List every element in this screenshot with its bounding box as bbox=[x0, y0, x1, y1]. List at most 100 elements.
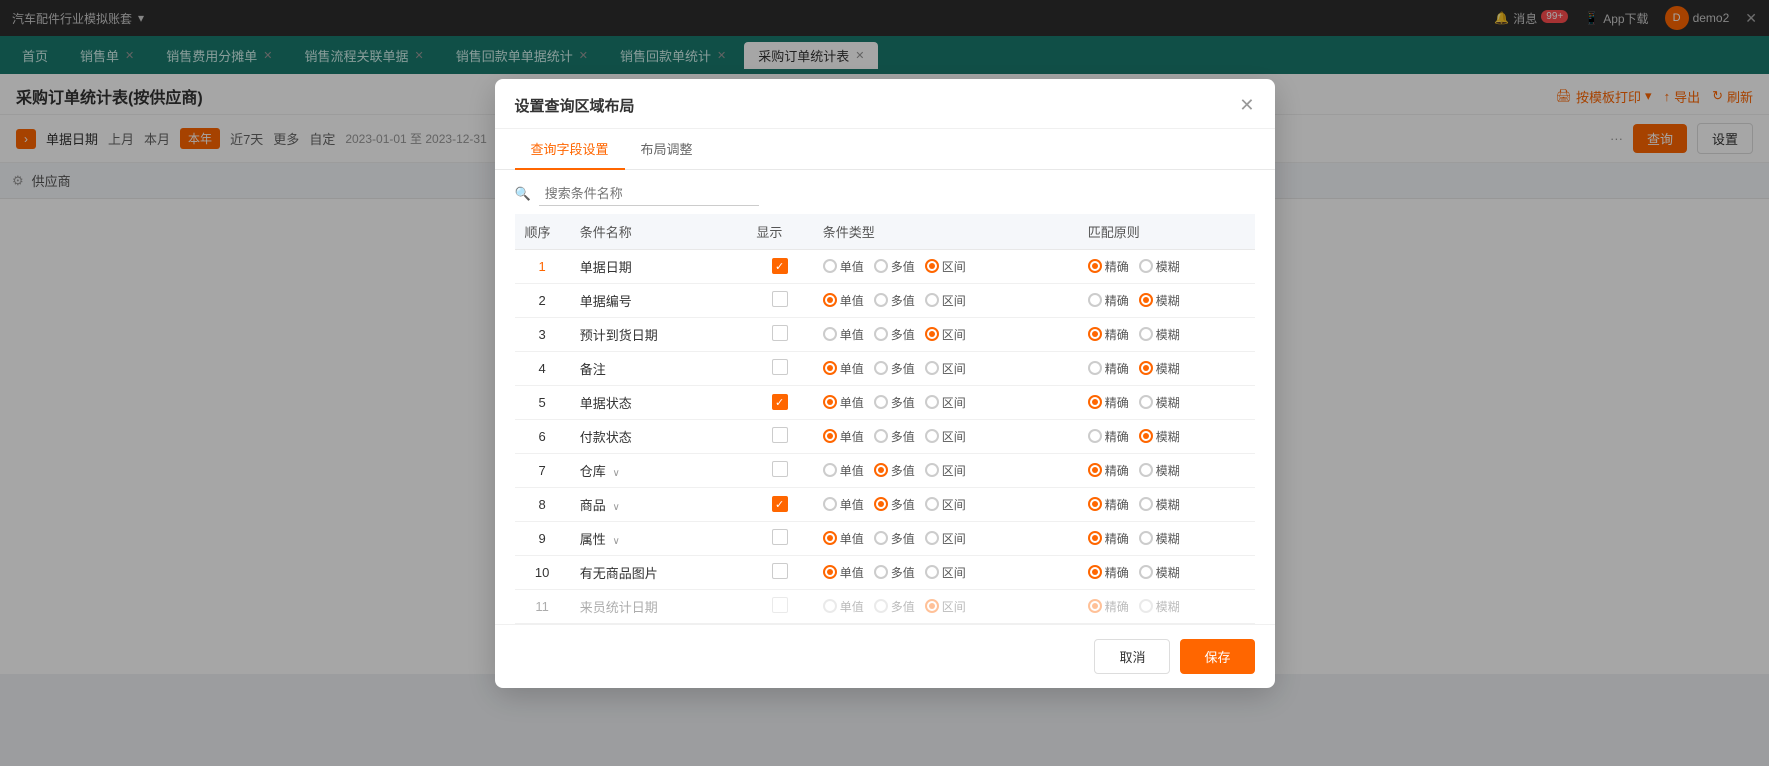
type-radio-item[interactable]: 单值 bbox=[823, 530, 864, 547]
type-radio-item[interactable]: 区间 bbox=[925, 462, 966, 479]
type-radio-item[interactable]: 单值 bbox=[823, 360, 864, 377]
cell-display[interactable] bbox=[746, 555, 812, 589]
tab-query-fields[interactable]: 查询字段设置 bbox=[515, 129, 625, 170]
type-radio-item[interactable]: 单值 bbox=[823, 258, 864, 275]
radio-circle bbox=[1088, 599, 1102, 613]
type-radio-item[interactable]: 多值 bbox=[874, 496, 915, 513]
match-radio-item[interactable]: 精确 bbox=[1088, 598, 1129, 615]
cell-display[interactable] bbox=[746, 453, 812, 487]
name-dropdown-icon[interactable]: ∨ bbox=[610, 502, 620, 513]
type-radio-item[interactable]: 区间 bbox=[925, 598, 966, 615]
match-radio-item[interactable]: 精确 bbox=[1088, 496, 1129, 513]
type-radio-item[interactable]: 多值 bbox=[874, 258, 915, 275]
match-radio-item[interactable]: 模糊 bbox=[1139, 530, 1180, 547]
type-radio-item[interactable]: 区间 bbox=[925, 292, 966, 309]
display-checkbox[interactable] bbox=[772, 291, 788, 307]
cell-display[interactable] bbox=[746, 249, 812, 283]
type-radio-item[interactable]: 区间 bbox=[925, 530, 966, 547]
match-radio-item[interactable]: 精确 bbox=[1088, 462, 1129, 479]
match-radio-item[interactable]: 精确 bbox=[1088, 326, 1129, 343]
cell-match: 精确模糊 bbox=[1078, 555, 1255, 589]
type-radio-item[interactable]: 多值 bbox=[874, 428, 915, 445]
display-checkbox[interactable] bbox=[772, 529, 788, 545]
cell-match: 精确模糊 bbox=[1078, 487, 1255, 521]
display-checkbox[interactable] bbox=[772, 563, 788, 579]
type-radio-item[interactable]: 多值 bbox=[874, 598, 915, 615]
type-radio-item[interactable]: 多值 bbox=[874, 326, 915, 343]
match-radio-item[interactable]: 精确 bbox=[1088, 564, 1129, 581]
display-checkbox[interactable] bbox=[772, 461, 788, 477]
match-radio-item[interactable]: 模糊 bbox=[1139, 428, 1180, 445]
display-checkbox[interactable] bbox=[772, 325, 788, 341]
match-radio-item[interactable]: 精确 bbox=[1088, 258, 1129, 275]
match-radio-item[interactable]: 精确 bbox=[1088, 360, 1129, 377]
display-checkbox[interactable] bbox=[772, 394, 788, 410]
type-radio-item[interactable]: 多值 bbox=[874, 292, 915, 309]
cell-display[interactable] bbox=[746, 419, 812, 453]
name-dropdown-icon[interactable]: ∨ bbox=[610, 536, 620, 547]
type-radio-item[interactable]: 区间 bbox=[925, 326, 966, 343]
match-radio-item[interactable]: 精确 bbox=[1088, 292, 1129, 309]
match-radio-item[interactable]: 模糊 bbox=[1139, 564, 1180, 581]
radio-label: 多值 bbox=[891, 360, 915, 377]
search-input[interactable] bbox=[539, 182, 759, 206]
type-radio-item[interactable]: 多值 bbox=[874, 360, 915, 377]
type-radio-item[interactable]: 单值 bbox=[823, 292, 864, 309]
type-radio-item[interactable]: 区间 bbox=[925, 428, 966, 445]
cancel-button[interactable]: 取消 bbox=[1094, 639, 1170, 674]
type-radio-item[interactable]: 多值 bbox=[874, 564, 915, 581]
name-dropdown-icon[interactable]: ∨ bbox=[610, 468, 620, 479]
match-radio-item[interactable]: 模糊 bbox=[1139, 394, 1180, 411]
type-radio-item[interactable]: 单值 bbox=[823, 462, 864, 479]
match-radio-item[interactable]: 模糊 bbox=[1139, 360, 1180, 377]
cell-display[interactable] bbox=[746, 283, 812, 317]
type-radio-item[interactable]: 区间 bbox=[925, 360, 966, 377]
type-radio-item[interactable]: 单值 bbox=[823, 598, 864, 615]
type-radio-item[interactable]: 多值 bbox=[874, 394, 915, 411]
type-radio-item[interactable]: 单值 bbox=[823, 428, 864, 445]
cell-display[interactable] bbox=[746, 317, 812, 351]
match-radio-item[interactable]: 精确 bbox=[1088, 394, 1129, 411]
display-checkbox[interactable] bbox=[772, 597, 788, 613]
tab-layout-adjust[interactable]: 布局调整 bbox=[625, 129, 709, 170]
save-button[interactable]: 保存 bbox=[1180, 639, 1254, 674]
match-radio-item[interactable]: 模糊 bbox=[1139, 598, 1180, 615]
match-radio-item[interactable]: 精确 bbox=[1088, 530, 1129, 547]
order-number: 7 bbox=[538, 463, 545, 478]
radio-circle bbox=[823, 361, 837, 375]
display-checkbox[interactable] bbox=[772, 496, 788, 512]
type-radio-item[interactable]: 多值 bbox=[874, 462, 915, 479]
display-checkbox[interactable] bbox=[772, 359, 788, 375]
type-radio-item[interactable]: 区间 bbox=[925, 496, 966, 513]
cell-name: 单据日期 bbox=[570, 249, 747, 283]
radio-circle bbox=[1088, 531, 1102, 545]
type-radio-item[interactable]: 区间 bbox=[925, 394, 966, 411]
type-radio-item[interactable]: 单值 bbox=[823, 564, 864, 581]
type-radio-item[interactable]: 单值 bbox=[823, 394, 864, 411]
match-radio-item[interactable]: 模糊 bbox=[1139, 496, 1180, 513]
radio-circle bbox=[874, 429, 888, 443]
cell-match: 精确模糊 bbox=[1078, 351, 1255, 385]
display-checkbox[interactable] bbox=[772, 258, 788, 274]
match-radio-item[interactable]: 精确 bbox=[1088, 428, 1129, 445]
type-radio-item[interactable]: 区间 bbox=[925, 258, 966, 275]
match-radio-item[interactable]: 模糊 bbox=[1139, 258, 1180, 275]
cell-display[interactable] bbox=[746, 521, 812, 555]
match-radio-group: 精确模糊 bbox=[1088, 530, 1245, 547]
type-radio-item[interactable]: 多值 bbox=[874, 530, 915, 547]
type-radio-item[interactable]: 单值 bbox=[823, 326, 864, 343]
match-radio-item[interactable]: 模糊 bbox=[1139, 326, 1180, 343]
type-radio-item[interactable]: 区间 bbox=[925, 564, 966, 581]
cell-display[interactable] bbox=[746, 385, 812, 419]
display-checkbox[interactable] bbox=[772, 427, 788, 443]
cell-display[interactable] bbox=[746, 351, 812, 385]
dialog-close-button[interactable]: ✕ bbox=[1239, 95, 1254, 116]
cell-display[interactable] bbox=[746, 487, 812, 521]
radio-label: 模糊 bbox=[1156, 326, 1180, 343]
type-radio-item[interactable]: 单值 bbox=[823, 496, 864, 513]
match-radio-item[interactable]: 模糊 bbox=[1139, 292, 1180, 309]
match-radio-item[interactable]: 模糊 bbox=[1139, 462, 1180, 479]
cell-name: 单据状态 bbox=[570, 385, 747, 419]
cell-display[interactable] bbox=[746, 589, 812, 623]
radio-circle bbox=[823, 565, 837, 579]
